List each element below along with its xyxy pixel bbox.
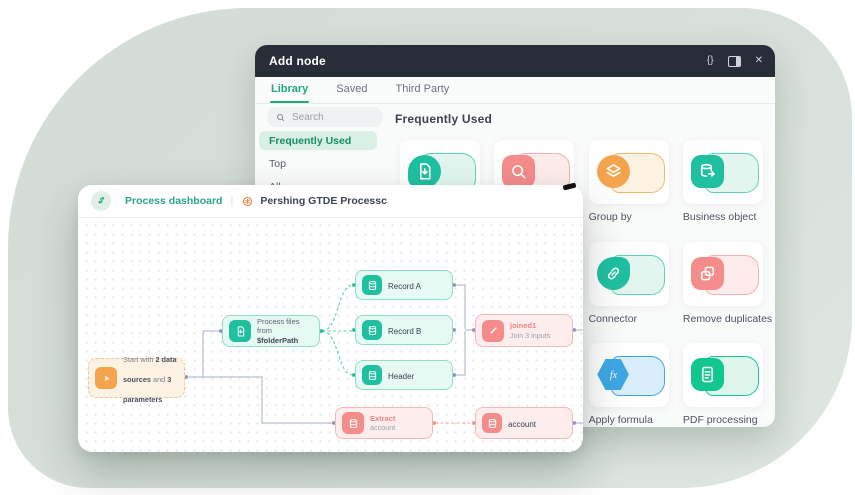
tab-third-party[interactable]: Third Party (395, 78, 451, 102)
flow-node-text: account (508, 413, 536, 433)
tile-label: Remove duplicates (683, 313, 763, 325)
flow-node-text: Record B (388, 320, 421, 340)
search-icon (502, 155, 535, 188)
flow-node-text: Process files from$folderPath (257, 317, 313, 345)
gear-icon (241, 195, 254, 208)
flow-node-text: joined1Join 3 inputs (510, 321, 550, 339)
file-download-icon (408, 155, 441, 188)
tab-library[interactable]: Library (270, 78, 309, 102)
flow-node-text: Start with 2 data sources and 3 paramete… (123, 348, 178, 408)
tile-label: Group by (589, 211, 669, 223)
breadcrumb-dashboard[interactable]: Process dashboard (125, 195, 222, 207)
tile-label: Connector (589, 313, 669, 325)
flow-titlebar: Process dashboard | Pershing GTDE Proces… (78, 185, 583, 218)
sidebar-item-top[interactable]: Top (259, 154, 377, 173)
join-icon (482, 320, 504, 342)
database-icon (362, 275, 382, 295)
layers-icon (597, 155, 630, 188)
screenshot-stage: Add node {} ✕ Library Saved Third Party … (0, 0, 855, 495)
flow-node-start[interactable]: Start with 2 data sources and 3 paramete… (88, 358, 185, 398)
flow-node-account[interactable]: account (475, 407, 573, 439)
window-title: Add node (269, 54, 326, 68)
code-icon[interactable]: {} (707, 56, 714, 66)
node-tile-apply-formula[interactable]: fx Apply formula (589, 343, 669, 426)
panel-icon[interactable] (728, 56, 741, 67)
tab-bar: Library Saved Third Party (255, 77, 775, 104)
section-heading: Frequently Used (395, 112, 492, 126)
play-icon (95, 367, 117, 389)
port-dot[interactable] (320, 329, 324, 333)
connection-ports[interactable] (184, 283, 576, 425)
flow-node-text: Extractaccount (370, 414, 395, 432)
flow-canvas[interactable]: Start with 2 data sources and 3 paramete… (78, 217, 583, 452)
tile-label: Apply formula (589, 414, 669, 426)
database-icon (342, 412, 364, 434)
link-icon (597, 257, 630, 290)
tile-label: Business object (683, 211, 763, 223)
node-tile-pdf-processing[interactable]: PDF processing (683, 343, 763, 426)
database-arrow-icon (691, 155, 724, 188)
breadcrumb-process-title[interactable]: Pershing GTDE Processc (260, 195, 387, 207)
database-icon (362, 320, 382, 340)
flow-node-recordB[interactable]: Record B (355, 315, 453, 345)
flow-node-text: Header (388, 365, 414, 385)
node-tile-connector[interactable]: Connector (589, 242, 669, 325)
svg-text:fx: fx (609, 370, 617, 381)
sidebar-item-frequently-used[interactable]: Frequently Used (259, 131, 377, 150)
tab-saved[interactable]: Saved (335, 78, 368, 102)
copy-icon (691, 257, 724, 290)
node-tile-remove-duplicates[interactable]: Remove duplicates (683, 242, 763, 325)
search-icon (275, 112, 286, 123)
flow-node-header[interactable]: Header (355, 360, 453, 390)
document-icon (691, 358, 724, 391)
tile-label: PDF processing (683, 414, 763, 426)
database-icon (362, 365, 382, 385)
close-icon[interactable]: ✕ (755, 56, 763, 66)
search-placeholder: Search (292, 112, 324, 123)
node-tile-group-by[interactable]: Group by (589, 140, 669, 223)
process-dashboard-window: Process dashboard | Pershing GTDE Proces… (78, 185, 583, 452)
database-icon (482, 413, 502, 433)
flow-node-joined1[interactable]: joined1Join 3 inputs (475, 314, 573, 347)
flow-node-process[interactable]: Process files from$folderPath (222, 315, 320, 347)
flow-node-text: Record A (388, 275, 421, 295)
breadcrumb-divider: | (230, 195, 233, 207)
search-input[interactable]: Search (267, 107, 383, 127)
swap-icon (91, 191, 111, 211)
flow-node-recordA[interactable]: Record A (355, 270, 453, 300)
flow-node-extract[interactable]: Extractaccount (335, 407, 433, 439)
add-node-titlebar: Add node {} ✕ (255, 45, 775, 77)
library-sidebar: Search Frequently Used Top All (259, 107, 377, 196)
file-download-icon (229, 320, 251, 342)
node-tile-business-object[interactable]: Business object (683, 140, 763, 223)
